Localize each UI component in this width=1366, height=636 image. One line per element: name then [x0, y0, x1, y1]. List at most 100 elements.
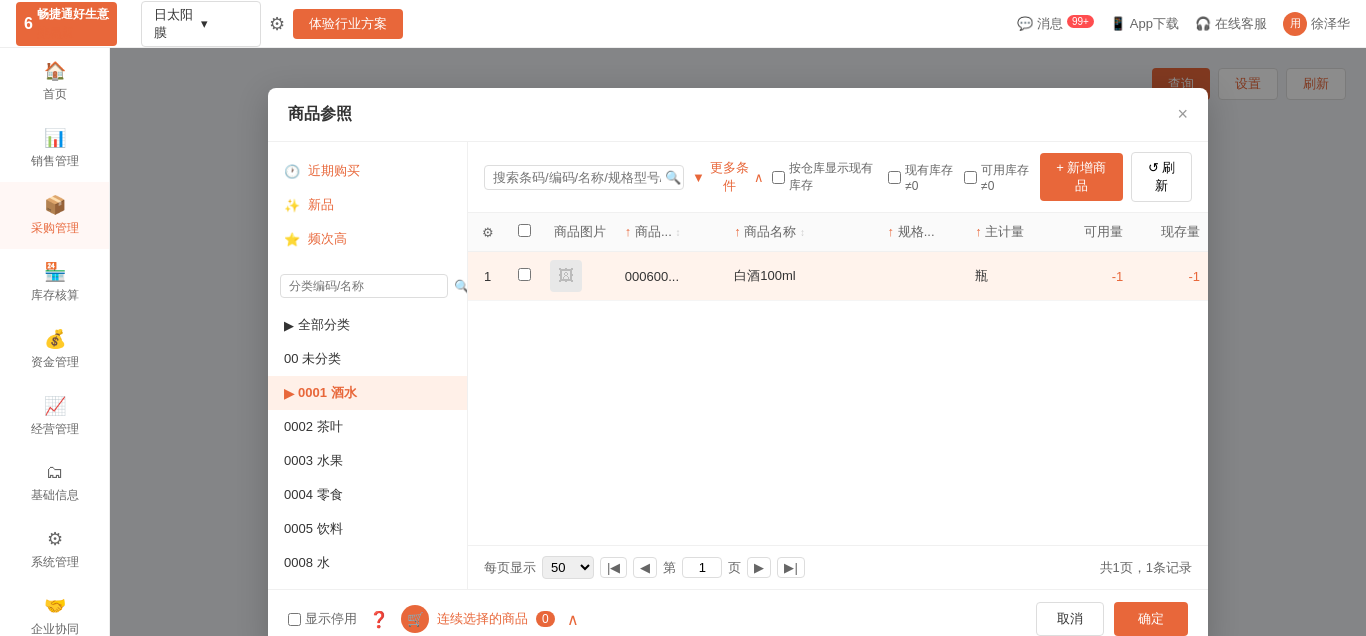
- prev-page-btn[interactable]: ◀: [633, 557, 657, 578]
- sidebar-item-finance[interactable]: 💰 资金管理: [0, 316, 109, 383]
- quick-new[interactable]: ✨ 新品: [268, 188, 467, 222]
- cat-0003-label: 0003 水果: [284, 452, 343, 470]
- product-search-input[interactable]: [493, 170, 661, 185]
- sidebar-label-purchase: 采购管理: [31, 220, 79, 237]
- modal-close-btn[interactable]: ×: [1177, 104, 1188, 125]
- help-icon[interactable]: ❓: [369, 610, 389, 629]
- select-all-checkbox[interactable]: [518, 224, 531, 237]
- cart-icon[interactable]: 🛒: [401, 605, 429, 633]
- filter-label: 更多条件: [709, 159, 750, 195]
- cat-0005[interactable]: 0005 饮料: [268, 512, 467, 546]
- row-name: 白酒100ml: [726, 252, 879, 301]
- quick-frequent[interactable]: ⭐ 频次高: [268, 222, 467, 256]
- col-header-img: 商品图片: [542, 213, 616, 252]
- collapse-cart-btn[interactable]: ∧: [567, 610, 579, 629]
- app-download-btn[interactable]: 📱 App下载: [1110, 15, 1179, 33]
- headset-icon: 🎧: [1195, 16, 1211, 31]
- product-reference-modal: 商品参照 × 🕐 近期购买 ✨ 新: [268, 88, 1208, 636]
- gear-icon[interactable]: ⚙: [269, 13, 285, 35]
- filter-btn[interactable]: ▼ 更多条件 ∧: [692, 159, 764, 195]
- cat-0002[interactable]: 0002 茶叶: [268, 410, 467, 444]
- last-page-btn[interactable]: ▶|: [777, 557, 804, 578]
- topbar-actions: ⚙ 体验行业方案: [269, 9, 403, 39]
- table-row[interactable]: 1 🖼 000600... 白酒100ml 瓶: [468, 252, 1208, 301]
- col-header-unit[interactable]: ↑ 主计量: [967, 213, 1044, 252]
- cat-0003[interactable]: 0003 水果: [268, 444, 467, 478]
- sidebar-item-purchase[interactable]: 📦 采购管理: [0, 182, 109, 249]
- col-header-settings[interactable]: ⚙: [468, 213, 507, 252]
- cancel-btn[interactable]: 取消: [1036, 602, 1104, 636]
- new-icon: ✨: [284, 198, 300, 213]
- sidebar-label-home: 首页: [43, 86, 67, 103]
- quick-recent-label: 近期购买: [308, 162, 360, 180]
- product-table: ⚙ 商品图片 ↑ 商品... ↕: [468, 213, 1208, 301]
- checkbox-avail-ne0[interactable]: 可用库存≠0: [964, 162, 1032, 193]
- cat-0001[interactable]: ▶ 0001 酒水: [268, 376, 467, 410]
- sidebar-item-system[interactable]: ⚙ 系统管理: [0, 516, 109, 583]
- quick-recent[interactable]: 🕐 近期购买: [268, 154, 467, 188]
- cat-all[interactable]: ▶ 全部分类: [268, 308, 467, 342]
- confirm-btn[interactable]: 确定: [1114, 602, 1188, 636]
- checkbox-warehouse-input[interactable]: [772, 171, 785, 184]
- show-disabled-checkbox[interactable]: 显示停用: [288, 610, 357, 628]
- product-search-box: 🔍: [484, 165, 684, 190]
- first-page-btn[interactable]: |◀: [600, 557, 627, 578]
- user-menu[interactable]: 用 徐泽华: [1283, 12, 1350, 36]
- app-label: App下载: [1130, 15, 1179, 33]
- experience-btn[interactable]: 体验行业方案: [293, 9, 403, 39]
- sidebar-item-sales[interactable]: 📊 销售管理: [0, 115, 109, 182]
- service-btn[interactable]: 🎧 在线客服: [1195, 15, 1267, 33]
- phone-icon: 📱: [1110, 16, 1126, 31]
- refresh-btn[interactable]: ↺ 刷新: [1131, 152, 1192, 202]
- checkbox-avail-ne0-input[interactable]: [964, 171, 977, 184]
- checkbox-warehouse[interactable]: 按仓库显示现有库存: [772, 160, 880, 194]
- checkbox-stock-ne0-input[interactable]: [888, 171, 901, 184]
- col-header-spec[interactable]: ↑ 规格...: [880, 213, 968, 252]
- next-page-btn[interactable]: ▶: [747, 557, 771, 578]
- col-header-code[interactable]: ↑ 商品... ↕: [617, 213, 726, 252]
- show-disabled-input[interactable]: [288, 613, 301, 626]
- sort-up-icon: ↑: [625, 224, 632, 239]
- sidebar-label-finance: 资金管理: [31, 354, 79, 371]
- checkbox-stock-ne0[interactable]: 现有库存≠0: [888, 162, 956, 193]
- message-btn[interactable]: 💬 消息 99+: [1017, 15, 1094, 33]
- sidebar-item-home[interactable]: 🏠 首页: [0, 48, 109, 115]
- category-search-icon[interactable]: 🔍: [454, 279, 468, 294]
- cat-0004[interactable]: 0004 零食: [268, 478, 467, 512]
- row-check[interactable]: [507, 252, 542, 301]
- cat-0001-arrow: ▶: [284, 386, 294, 401]
- category-search-row: 🔍: [268, 268, 467, 304]
- col-header-name[interactable]: ↑ 商品名称 ↕: [726, 213, 879, 252]
- modal-overlay: 商品参照 × 🕐 近期购买 ✨ 新: [110, 48, 1366, 636]
- main-content: 查询 设置 刷新 商品参照 × 🕐: [110, 48, 1366, 636]
- sidebar-item-inventory[interactable]: 🏪 库存核算: [0, 249, 109, 316]
- cat-0010[interactable]: 0010 家电: [268, 580, 467, 589]
- message-label: 消息: [1037, 15, 1063, 33]
- sidebar-label-operations: 经营管理: [31, 421, 79, 438]
- sidebar-item-enterprise[interactable]: 🤝 企业协同: [0, 583, 109, 636]
- add-product-btn[interactable]: + 新增商品: [1040, 153, 1123, 201]
- category-search-input[interactable]: [280, 274, 448, 298]
- sidebar-label-sales: 销售管理: [31, 153, 79, 170]
- sidebar-item-operations[interactable]: 📈 经营管理: [0, 383, 109, 450]
- cat-00[interactable]: 00 未分类: [268, 342, 467, 376]
- company-selector[interactable]: 日太阳膜 ▾: [141, 1, 261, 47]
- search-icon[interactable]: 🔍: [665, 170, 681, 185]
- left-panel: 🕐 近期购买 ✨ 新品 ⭐ 频次高: [268, 142, 468, 589]
- sidebar-item-basic[interactable]: 🗂 基础信息: [0, 450, 109, 516]
- page-unit: 页: [728, 559, 741, 577]
- filter-icon: ▼: [692, 170, 705, 185]
- message-badge: 99+: [1067, 15, 1094, 28]
- page-input[interactable]: [682, 557, 722, 578]
- per-page-select[interactable]: 50 100: [542, 556, 594, 579]
- topbar-right: 💬 消息 99+ 📱 App下载 🎧 在线客服 用 徐泽华: [1017, 12, 1350, 36]
- col-header-check[interactable]: [507, 213, 542, 252]
- sort-icon-spec-up: ↑: [888, 224, 895, 239]
- sort-icon-code: ↕: [675, 227, 680, 238]
- cart-section: 🛒 连续选择的商品 0: [401, 605, 555, 633]
- topbar: 6 畅捷通好生意 捷易版 日太阳膜 ▾ ⚙ 体验行业方案 💬 消息 99+ 📱 …: [0, 0, 1366, 48]
- cart-label: 连续选择的商品: [437, 610, 528, 628]
- row-checkbox[interactable]: [518, 268, 531, 281]
- sidebar-label-basic: 基础信息: [31, 487, 79, 504]
- cat-0008[interactable]: 0008 水: [268, 546, 467, 580]
